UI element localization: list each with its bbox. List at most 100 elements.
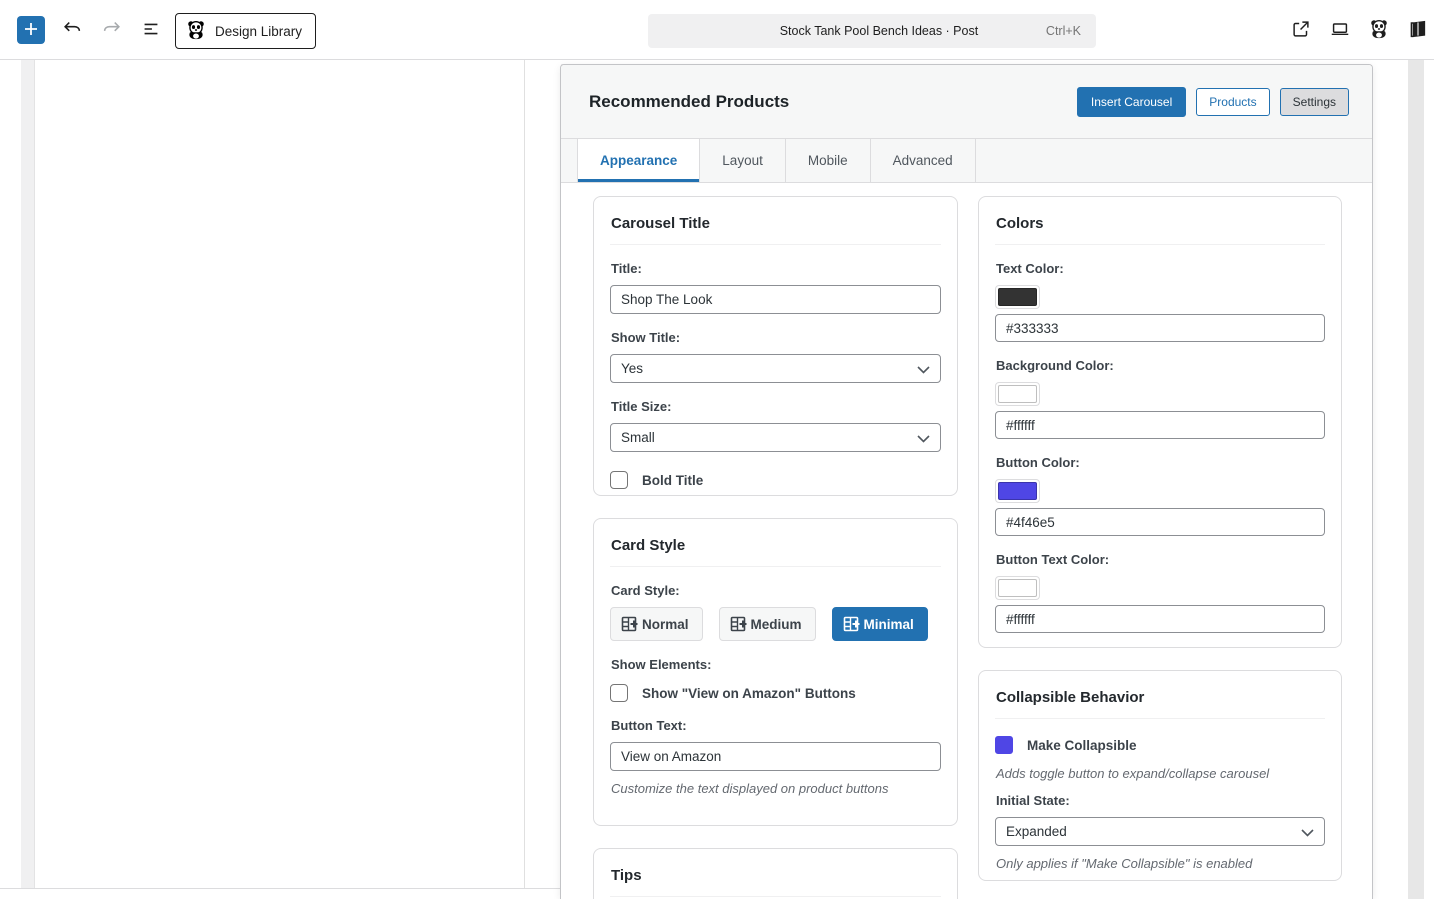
panda-icon	[1368, 18, 1390, 43]
text-color-field: Text Color:	[995, 261, 1325, 342]
button-text-label: Button Text:	[611, 718, 687, 733]
bold-title-checkbox[interactable]	[610, 471, 628, 489]
background-color-input[interactable]	[995, 411, 1325, 439]
card-style-card: Card Style Card Style: Normal Medium Min…	[593, 518, 958, 826]
title-size-select[interactable]: Small	[610, 423, 941, 452]
title-label: Title:	[611, 261, 642, 276]
bold-title-label: Bold Title	[642, 472, 704, 488]
panel-tabbar: Appearance Layout Mobile Advanced	[561, 139, 1372, 183]
list-view-icon	[140, 18, 162, 43]
card-grid-icon	[621, 616, 641, 632]
button-text-input[interactable]	[610, 742, 941, 771]
redo-button[interactable]	[100, 18, 124, 42]
page-scrollbar[interactable]	[1408, 60, 1424, 899]
button-text-color-field: Button Text Color:	[995, 552, 1325, 633]
button-color-label: Button Color:	[996, 455, 1080, 470]
card-style-medium-button[interactable]: Medium	[718, 607, 816, 641]
collapsible-behavior-card: Collapsible Behavior Make Collapsible Ad…	[978, 670, 1342, 881]
undo-button[interactable]	[60, 18, 84, 42]
initial-state-label: Initial State:	[996, 793, 1070, 808]
editor-toolbar: Design Library Stock Tank Pool Bench Ide…	[0, 0, 1434, 60]
button-text-color-swatch[interactable]	[995, 576, 1040, 600]
design-library-button[interactable]: Design Library	[175, 13, 317, 49]
text-color-input[interactable]	[995, 314, 1325, 342]
colors-card: Colors Text Color: Background Color: But…	[978, 196, 1342, 648]
make-collapsible-label: Make Collapsible	[1027, 737, 1137, 753]
tab-advanced[interactable]: Advanced	[871, 139, 976, 182]
collapsible-help: Adds toggle button to expand/collapse ca…	[996, 766, 1270, 781]
make-collapsible-checkbox[interactable]	[995, 736, 1013, 754]
title-input[interactable]	[610, 285, 941, 314]
settings-button[interactable]: Settings	[1279, 87, 1349, 116]
external-link-icon	[1290, 18, 1312, 43]
title-size-label: Title Size:	[611, 399, 672, 414]
swatch-fill	[998, 288, 1037, 306]
card-style-normal-button[interactable]: Normal	[610, 607, 703, 641]
editor-canvas-gutter	[21, 60, 35, 888]
tab-layout[interactable]: Layout	[700, 139, 786, 182]
text-color-swatch[interactable]	[995, 285, 1040, 309]
swatch-fill	[998, 579, 1037, 597]
card-style-label: Card Style:	[611, 583, 680, 598]
panel-actions: Insert Carousel Products Settings	[1076, 86, 1349, 117]
recommended-products-panel: Recommended Products Insert Carousel Pro…	[560, 64, 1373, 899]
panel-header: Recommended Products Insert Carousel Pro…	[561, 65, 1372, 139]
plus-icon	[22, 20, 40, 41]
products-button[interactable]: Products	[1196, 87, 1270, 116]
card-heading: Carousel Title	[610, 213, 941, 245]
panel-title: Recommended Products	[589, 91, 790, 111]
insert-carousel-button[interactable]: Insert Carousel	[1076, 86, 1187, 117]
tab-appearance[interactable]: Appearance	[577, 139, 701, 182]
panda-icon	[185, 19, 207, 44]
design-library-label: Design Library	[215, 23, 303, 39]
button-color-input[interactable]	[995, 508, 1325, 536]
show-elements-label: Show Elements:	[611, 657, 712, 672]
toolbar-right-icons	[1289, 18, 1430, 42]
add-block-button[interactable]	[17, 16, 45, 44]
tips-card: Tips	[593, 848, 958, 899]
show-title-select[interactable]: Yes	[610, 354, 941, 383]
card-style-minimal-button[interactable]: Minimal	[831, 607, 928, 641]
card-style-options: Normal Medium Minimal	[610, 607, 941, 641]
background-color-swatch[interactable]	[995, 382, 1040, 406]
open-external-button[interactable]	[1289, 18, 1313, 42]
initial-state-help: Only applies if "Make Collapsible" is en…	[996, 856, 1253, 871]
card-heading: Tips	[610, 865, 941, 897]
bold-title-row: Bold Title	[610, 471, 941, 489]
card-heading: Card Style	[610, 535, 941, 567]
shortcut-hint: Ctrl+K	[1045, 24, 1081, 38]
preview-device-button[interactable]	[1328, 18, 1352, 42]
editor-footer-divider	[0, 888, 560, 889]
assistant-button[interactable]	[1367, 18, 1391, 42]
undo-icon	[61, 18, 83, 43]
card-heading: Colors	[995, 213, 1325, 245]
text-color-label: Text Color:	[996, 261, 1064, 276]
card-heading: Collapsible Behavior	[995, 687, 1325, 719]
redo-icon	[101, 18, 123, 43]
button-color-swatch[interactable]	[995, 479, 1040, 503]
make-collapsible-row: Make Collapsible	[995, 736, 1325, 754]
library-panel-button[interactable]	[1406, 18, 1430, 42]
background-color-label: Background Color:	[996, 358, 1114, 373]
button-text-color-label: Button Text Color:	[996, 552, 1110, 567]
swatch-fill	[998, 482, 1037, 500]
card-grid-icon	[730, 616, 750, 632]
list-view-button[interactable]	[139, 18, 163, 42]
laptop-icon	[1329, 18, 1351, 43]
background-color-field: Background Color:	[995, 358, 1325, 439]
footer-breadcrumb-fragment	[25, 894, 47, 899]
button-text-help: Customize the text displayed on product …	[611, 781, 889, 796]
show-title-label: Show Title:	[611, 330, 681, 345]
initial-state-select[interactable]: Expanded	[995, 817, 1325, 846]
show-amazon-buttons-checkbox[interactable]	[610, 684, 628, 702]
panel-body: Carousel Title Title: Show Title: Yes Ti…	[561, 183, 1372, 899]
canvas-right-border	[524, 60, 525, 888]
amazon-buttons-row: Show "View on Amazon" Buttons	[610, 684, 941, 702]
command-palette[interactable]: Stock Tank Pool Bench Ideas · Post Ctrl+…	[648, 14, 1096, 48]
show-amazon-buttons-label: Show "View on Amazon" Buttons	[642, 685, 856, 701]
tab-mobile[interactable]: Mobile	[786, 139, 871, 182]
button-color-field: Button Color:	[995, 455, 1325, 536]
document-title: Stock Tank Pool Bench Ideas · Post	[779, 24, 979, 38]
button-text-color-input[interactable]	[995, 605, 1325, 633]
carousel-title-card: Carousel Title Title: Show Title: Yes Ti…	[593, 196, 958, 496]
